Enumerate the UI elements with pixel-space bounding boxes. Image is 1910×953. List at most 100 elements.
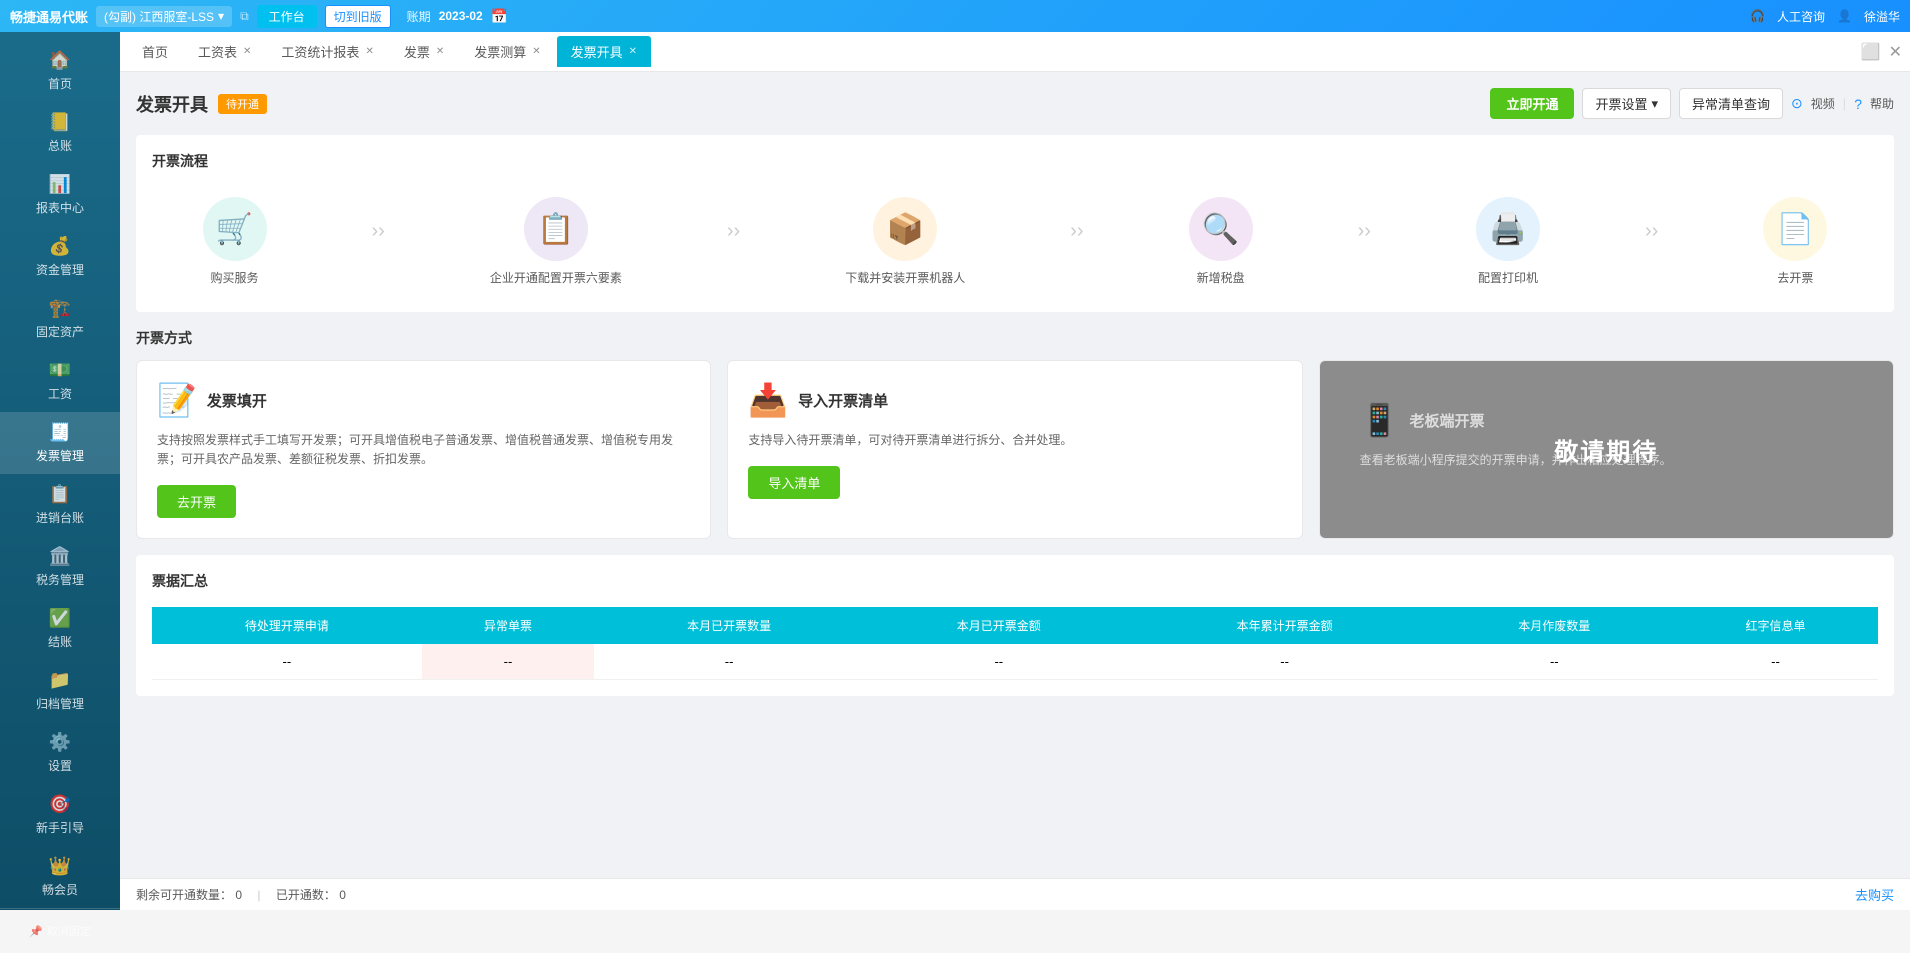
summary-col-header: 异常单票 [422,607,595,644]
flow-title: 开票流程 [152,151,1878,171]
summary-cell: -- [594,644,864,680]
ledger-icon: 📒 [49,112,71,133]
flow-step-buy-service[interactable]: 🛒 购买服务 [203,197,267,286]
tab-invoice_tool[interactable]: 发票开具✕ [557,36,651,67]
tab-bar: 首页工资表✕工资统计报表✕发票✕发票测算✕发票开具✕ ⬜ ✕ [120,32,1910,72]
calendar-icon[interactable]: 📅 [491,8,508,25]
user-name[interactable]: 徐溢华 [1864,8,1900,25]
tab-close-icon[interactable]: ✕ [243,46,251,57]
sidebar-item-archive[interactable]: 📁归档管理 [0,660,120,722]
billing-card-boss: 📱 老板端开票 查看老板端小程序提交的开票申请，并作出相应处理程序。 敬请期待 [1319,360,1894,539]
close-window-icon[interactable]: ✕ [1889,42,1902,62]
billing-card-btn-manual[interactable]: 去开票 [157,485,236,518]
tab-label: 工资表 [198,42,237,61]
sidebar-item-guide[interactable]: 🎯新手引导 [0,784,120,846]
sidebar-item-label: 报表中心 [36,199,84,216]
flow-arrow-icon: ›› [1645,220,1658,263]
copy-icon[interactable]: ⧉ [240,9,249,24]
add-taxdisk-icon: 🔍 [1189,197,1253,261]
restore-window-icon[interactable]: ⬜ [1861,42,1881,62]
sidebar-item-funds[interactable]: 💰 资金管理 [0,226,120,288]
sidebar-item-invoice[interactable]: 🧾发票管理 [0,412,120,474]
tab-close-icon[interactable]: ✕ [436,46,444,57]
help-icon: ? [1854,96,1862,112]
tab-home[interactable]: 首页 [128,36,182,67]
layout: 🏠首页📒总账📊报表中心 💰 资金管理 🏗️固定资产💵工资🧾发票管理📋进销台账🏛️税务管… [0,32,1910,910]
top-bar: 畅捷通易代账 (勾副) 江西服室-LSS ▾ ⧉ 工作台 切到旧版 账期 202… [0,0,1910,32]
main-area: 首页工资表✕工资统计报表✕发票✕发票测算✕发票开具✕ ⬜ ✕ 发票开具 待开通 … [120,32,1910,910]
flow-step-download-robot[interactable]: 📦 下载并安装开票机器人 [845,197,965,286]
download-robot-icon: 📦 [873,197,937,261]
billing-card-manual: 📝 发票填开 支持按照发票样式手工填写开发票；可开具增值税电子普通发票、增值税普… [136,360,711,539]
billing-card-desc: 支持导入待开票清单，可对待开票清单进行拆分、合并处理。 [748,431,1281,450]
sidebar-item-settlement[interactable]: ✅结账 [0,598,120,660]
help-label[interactable]: 帮助 [1870,95,1894,112]
top-bar-left: 畅捷通易代账 (勾副) 江西服室-LSS ▾ ⧉ 工作台 切到旧版 账期 202… [10,5,508,28]
summary-col-header: 本月已开票金额 [864,607,1134,644]
manual-icon: 📝 [157,381,197,419]
content-area: 发票开具 待开通 立即开通 开票设置 ▾ 异常清单查询 ⊙ 视频 | ? 帮助 [120,72,1910,878]
billing-card-import: 📥 导入开票清单 支持导入待开票清单，可对待开票清单进行拆分、合并处理。 导入清… [727,360,1302,539]
old-version-button[interactable]: 切到旧版 [325,5,391,28]
buy-button[interactable]: 去购买 [1855,885,1894,904]
sidebar-item-reports[interactable]: 📊报表中心 [0,164,120,226]
sidebar-item-vip[interactable]: 👑畅会员 [0,846,120,908]
sidebar-item-label: 固定资产 [36,323,84,340]
sidebar-item-purchase[interactable]: 📋进销台账 [0,474,120,536]
summary-col-header: 红字信息单 [1673,607,1878,644]
sidebar-item-label: 首页 [48,75,72,92]
flow-step-label: 下载并安装开票机器人 [845,269,965,286]
sidebar-item-tax[interactable]: 🏛️税务管理 [0,536,120,598]
flow-step-config-open[interactable]: 📋 企业开通配置开票六要素 [490,197,622,286]
sidebar-item-label: 资金管理 [36,261,84,278]
flow-step-label: 去开票 [1777,269,1813,286]
summary-cell: -- [1436,644,1673,680]
tab-salary_table[interactable]: 工资表 ✕ [184,36,265,67]
tab-close-icon[interactable]: ✕ [365,46,373,57]
sidebar-item-assets[interactable]: 🏗️固定资产 [0,288,120,350]
sidebar-item-ledger[interactable]: 📒总账 [0,102,120,164]
view-icon: ⊙ [1791,95,1803,112]
settings-button[interactable]: 开票设置 ▾ [1582,88,1671,119]
sidebar-item-home[interactable]: 🏠首页 [0,40,120,102]
table-row: -------------- [152,644,1878,680]
flow-step-label: 购买服务 [210,269,258,286]
billing-card-btn-import[interactable]: 导入清单 [748,466,840,499]
import-icon: 📥 [748,381,788,419]
flow-steps: 🛒 购买服务 ›› 📋 企业开通配置开票六要素 ›› 📦 下载并安装开票机器人 … [152,187,1878,296]
pin-label: 取消固定 [47,923,91,939]
issue-invoice-icon: 📄 [1763,197,1827,261]
flow-step-config-printer[interactable]: 🖨️ 配置打印机 [1476,197,1540,286]
workspace-button[interactable]: 工作台 [257,5,317,28]
settlement-icon: ✅ [49,608,71,629]
billing-methods-title: 开票方式 [136,328,1894,348]
activate-button[interactable]: 立即开通 [1490,88,1574,119]
footer: 剩余可开通数量： 0 | 已开通数： 0 去购买 [120,878,1910,910]
sidebar-item-salary[interactable]: 💵工资 [0,350,120,412]
summary-col-header: 本月作废数量 [1436,607,1673,644]
abnormal-query-button[interactable]: 异常清单查询 [1679,88,1783,119]
opened-value: 0 [339,888,346,902]
period-value: 2023-02 [439,9,483,23]
settings-label: 开票设置 [1595,94,1647,113]
view-label[interactable]: 视频 [1811,95,1835,112]
pin-icon: 📌 [29,925,43,938]
company-selector[interactable]: (勾副) 江西服室-LSS ▾ [96,6,232,27]
sidebar-item-settings[interactable]: ⚙️设置 [0,722,120,784]
summary-title: 票据汇总 [152,571,1878,591]
tab-close-icon[interactable]: ✕ [532,46,540,57]
funds-icon: 💰 [49,236,71,257]
flow-section: 开票流程 🛒 购买服务 ›› 📋 企业开通配置开票六要素 ›› 📦 下载并安装开… [136,135,1894,312]
pin-toggle[interactable]: 📌 取消固定 [0,917,120,945]
separator: | [1843,96,1846,111]
vip-icon: 👑 [49,856,71,877]
support-label[interactable]: 人工咨询 [1777,8,1825,25]
company-name: (勾副) 江西服室-LSS [104,8,214,25]
tab-invoice_calc[interactable]: 发票测算✕ [460,36,554,67]
status-badge: 待开通 [218,94,267,114]
flow-step-issue-invoice[interactable]: 📄 去开票 [1763,197,1827,286]
tab-invoice_mgmt[interactable]: 发票✕ [390,36,458,67]
tab-salary_report[interactable]: 工资统计报表✕ [267,36,387,67]
tab-close-icon[interactable]: ✕ [629,46,637,57]
flow-step-add-taxdisk[interactable]: 🔍 新增税盘 [1189,197,1253,286]
